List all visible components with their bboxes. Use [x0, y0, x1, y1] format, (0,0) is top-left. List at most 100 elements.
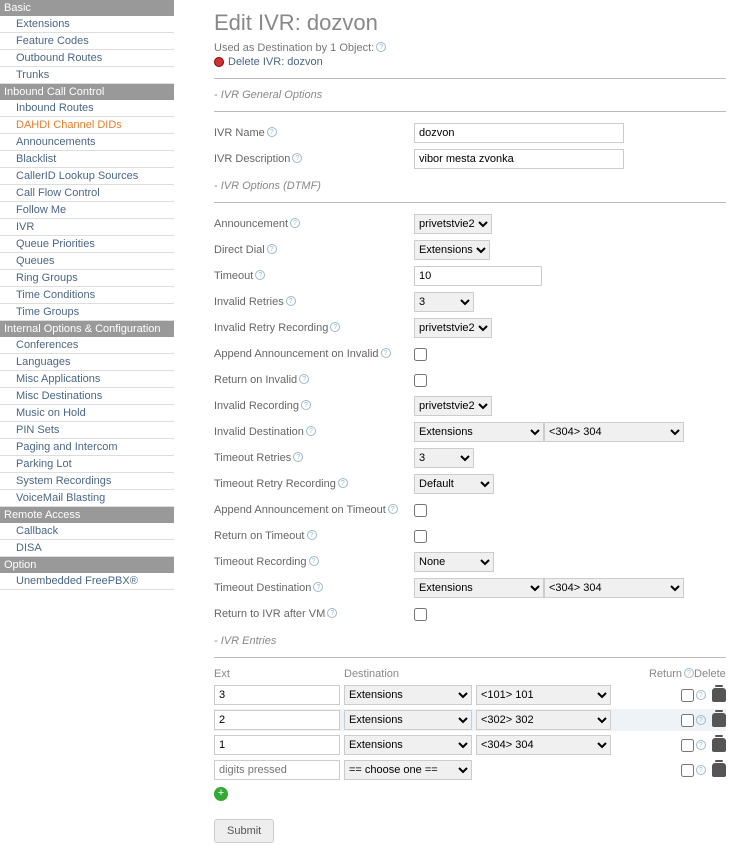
timeout-dest-target-select[interactable]: <304> 304 [544, 578, 684, 598]
help-icon[interactable]: ? [388, 504, 398, 514]
invalid-retry-rec-select[interactable]: privetstvie2 [414, 318, 492, 338]
help-icon[interactable]: ? [290, 218, 300, 228]
sidebar-link[interactable]: Time Groups [16, 306, 79, 318]
help-icon[interactable]: ? [255, 270, 265, 280]
sidebar-link[interactable]: Outbound Routes [16, 52, 102, 64]
entry-ext-input[interactable] [214, 735, 340, 755]
help-icon[interactable]: ? [327, 608, 337, 618]
sidebar-item[interactable]: Extensions [0, 16, 174, 33]
invalid-dest-type-select[interactable]: Extensions [414, 422, 544, 442]
sidebar-link[interactable]: CallerID Lookup Sources [16, 170, 138, 182]
entry-target-select[interactable]: <101> 101 [476, 685, 611, 705]
sidebar-link[interactable]: Misc Applications [16, 373, 100, 385]
return-ivr-checkbox[interactable] [414, 608, 427, 621]
help-icon[interactable]: ? [338, 478, 348, 488]
sidebar-link[interactable]: Queues [16, 255, 55, 267]
append-timeout-checkbox[interactable] [414, 504, 427, 517]
sidebar-item[interactable]: Follow Me [0, 202, 174, 219]
sidebar-item[interactable]: Queue Priorities [0, 236, 174, 253]
sidebar-link[interactable]: Paging and Intercom [16, 441, 118, 453]
entry-ext-input[interactable] [214, 685, 340, 705]
sidebar-item[interactable]: Unembedded FreePBX® [0, 573, 174, 590]
sidebar-link[interactable]: Conferences [16, 339, 78, 351]
sidebar-link[interactable]: System Recordings [16, 475, 111, 487]
sidebar-link[interactable]: Trunks [16, 69, 49, 81]
sidebar-item[interactable]: Feature Codes [0, 33, 174, 50]
sidebar-item[interactable]: Languages [0, 354, 174, 371]
sidebar-item[interactable]: Announcements [0, 134, 174, 151]
sidebar-item[interactable]: DAHDI Channel DIDs [0, 117, 174, 134]
help-icon[interactable]: ? [306, 426, 316, 436]
timeout-input[interactable] [414, 266, 542, 286]
invalid-dest-target-select[interactable]: <304> 304 [544, 422, 684, 442]
sidebar-link[interactable]: Languages [16, 356, 70, 368]
sidebar-link[interactable]: Ring Groups [16, 272, 78, 284]
help-icon[interactable]: ? [293, 452, 303, 462]
timeout-retry-rec-select[interactable]: Default [414, 474, 494, 494]
help-icon[interactable]: ? [381, 348, 391, 358]
sidebar-item[interactable]: Music on Hold [0, 405, 174, 422]
sidebar-item[interactable]: System Recordings [0, 473, 174, 490]
help-icon[interactable]: ? [376, 42, 386, 52]
help-icon[interactable]: ? [684, 668, 694, 678]
submit-button[interactable]: Submit [214, 819, 274, 843]
trash-icon[interactable] [712, 738, 726, 752]
entry-type-select[interactable]: Extensions [344, 710, 472, 730]
sidebar-item[interactable]: Conferences [0, 337, 174, 354]
help-icon[interactable]: ? [696, 765, 706, 775]
entry-return-checkbox[interactable] [681, 764, 694, 777]
help-icon[interactable]: ? [301, 400, 311, 410]
entry-type-select[interactable]: Extensions [344, 735, 472, 755]
add-entry-button[interactable]: + [214, 787, 228, 801]
sidebar-item[interactable]: Trunks [0, 67, 174, 84]
help-icon[interactable]: ? [313, 582, 323, 592]
timeout-dest-type-select[interactable]: Extensions [414, 578, 544, 598]
entry-target-select[interactable]: <302> 302 [476, 710, 611, 730]
help-icon[interactable]: ? [696, 715, 706, 725]
sidebar-link[interactable]: DAHDI Channel DIDs [16, 119, 122, 131]
sidebar-link[interactable]: IVR [16, 221, 34, 233]
entry-return-checkbox[interactable] [681, 739, 694, 752]
sidebar-item[interactable]: IVR [0, 219, 174, 236]
entry-return-checkbox[interactable] [681, 714, 694, 727]
sidebar-item[interactable]: Misc Destinations [0, 388, 174, 405]
return-invalid-checkbox[interactable] [414, 374, 427, 387]
sidebar-item[interactable]: Call Flow Control [0, 185, 174, 202]
sidebar-link[interactable]: Parking Lot [16, 458, 72, 470]
sidebar-item[interactable]: Misc Applications [0, 371, 174, 388]
help-icon[interactable]: ? [330, 322, 340, 332]
help-icon[interactable]: ? [696, 690, 706, 700]
entry-type-select[interactable]: == choose one == [344, 760, 472, 780]
sidebar-link[interactable]: Unembedded FreePBX® [16, 575, 138, 587]
help-icon[interactable]: ? [292, 153, 302, 163]
help-icon[interactable]: ? [267, 127, 277, 137]
return-timeout-checkbox[interactable] [414, 530, 427, 543]
entry-type-select[interactable]: Extensions [344, 685, 472, 705]
sidebar-item[interactable]: CallerID Lookup Sources [0, 168, 174, 185]
sidebar-item[interactable]: Queues [0, 253, 174, 270]
sidebar-item[interactable]: Ring Groups [0, 270, 174, 287]
sidebar-link[interactable]: PIN Sets [16, 424, 59, 436]
announcement-select[interactable]: privetstvie2 [414, 214, 492, 234]
sidebar-link[interactable]: Callback [16, 525, 58, 537]
timeout-retries-select[interactable]: 3 [414, 448, 474, 468]
sidebar-item[interactable]: Inbound Routes [0, 100, 174, 117]
sidebar-link[interactable]: Announcements [16, 136, 96, 148]
sidebar-item[interactable]: VoiceMail Blasting [0, 490, 174, 507]
sidebar-link[interactable]: Queue Priorities [16, 238, 95, 250]
entry-target-select[interactable]: <304> 304 [476, 735, 611, 755]
sidebar-link[interactable]: Feature Codes [16, 35, 89, 47]
delete-ivr-link[interactable]: Delete IVR: dozvon [214, 56, 726, 68]
entry-return-checkbox[interactable] [681, 689, 694, 702]
sidebar-link[interactable]: Music on Hold [16, 407, 86, 419]
help-icon[interactable]: ? [309, 556, 319, 566]
sidebar-item[interactable]: Time Conditions [0, 287, 174, 304]
append-invalid-checkbox[interactable] [414, 348, 427, 361]
sidebar-link[interactable]: Extensions [16, 18, 70, 30]
invalid-rec-select[interactable]: privetstvie2 [414, 396, 492, 416]
sidebar-link[interactable]: Call Flow Control [16, 187, 100, 199]
trash-icon[interactable] [712, 713, 726, 727]
trash-icon[interactable] [712, 688, 726, 702]
ivr-desc-input[interactable] [414, 149, 624, 169]
sidebar-link[interactable]: VoiceMail Blasting [16, 492, 105, 504]
